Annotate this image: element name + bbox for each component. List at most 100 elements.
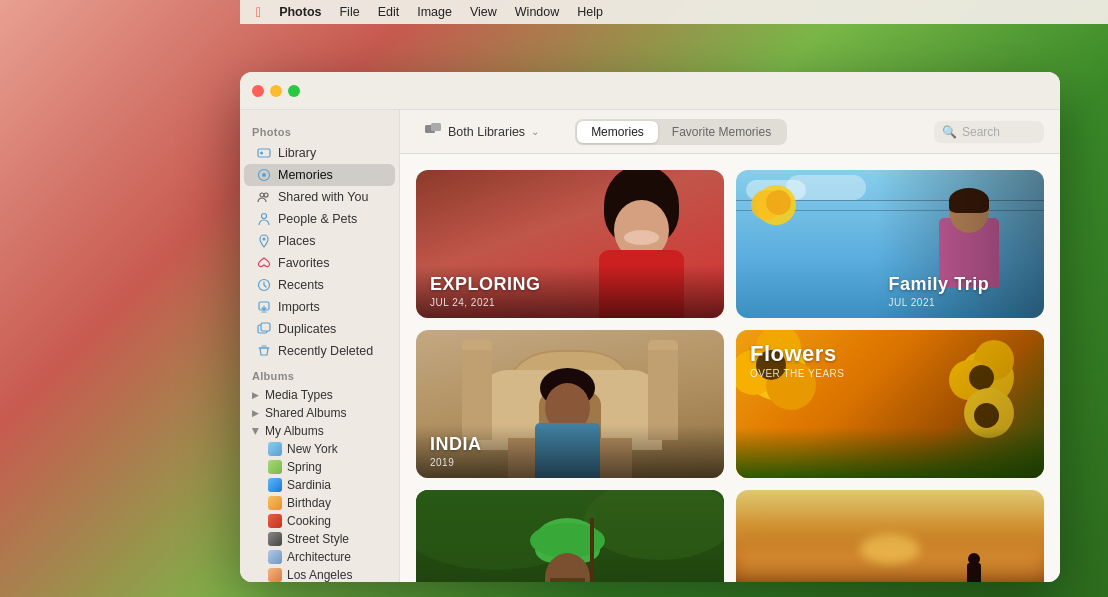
sidebar-album-birthday[interactable]: Birthday [244,494,395,512]
sidebar-album-new-york[interactable]: New York [244,440,395,458]
svg-point-6 [262,214,267,219]
memory-overlay-family-trip: Family Trip JUL 2021 [875,170,1044,318]
sidebar-label-imports: Imports [278,300,320,314]
window-titlebar [240,72,1060,110]
chevron-down-icon: ▶ [251,428,261,435]
memory-overlay-exploring: EXPLORING JUL 24, 2021 [416,265,724,318]
sidebar-label-cooking: Cooking [287,514,331,528]
sidebar-item-imports[interactable]: Imports [244,296,395,318]
sidebar-item-library[interactable]: Library [244,142,395,164]
sidebar-label-media-types: Media Types [265,388,333,402]
photos-window: Photos Library Memories [240,72,1060,582]
sidebar-item-places[interactable]: Places [244,230,395,252]
memory-card-flowers[interactable]: Flowers OVER THE YEARS [736,330,1044,478]
memory-card-india[interactable]: INDIA 2019 [416,330,724,478]
sidebar-label-my-albums: My Albums [265,424,324,438]
traffic-lights [252,85,300,97]
sidebar-album-spring[interactable]: Spring [244,458,395,476]
sidebar-label-duplicates: Duplicates [278,322,336,336]
recents-icon [256,277,272,293]
sidebar-group-my-albums[interactable]: ▶ My Albums [244,422,395,440]
maximize-button[interactable] [288,85,300,97]
photo-grid: EXPLORING JUL 24, 2021 [400,154,1060,582]
sidebar-label-los-angeles: Los Angeles [287,568,352,582]
recently-deleted-icon [256,343,272,359]
svg-point-1 [260,152,263,155]
sidebar-album-street-style[interactable]: Street Style [244,530,395,548]
sidebar: Photos Library Memories [240,110,400,582]
albums-section-header: Albums [240,362,399,386]
memory-card-beach-days[interactable]: BEACH DAYS 2019 [736,490,1044,582]
memory-title-flowers: Flowers [750,342,844,366]
toolbar: Both Libraries ⌄ Memories Favorite Memor… [400,110,1060,154]
search-icon: 🔍 [942,125,957,139]
album-thumb-birthday [268,496,282,510]
sidebar-label-sardinia: Sardinia [287,478,331,492]
memory-overlay-flowers: Flowers OVER THE YEARS [736,330,1044,478]
sidebar-label-recents: Recents [278,278,324,292]
tab-favorite-memories[interactable]: Favorite Memories [658,121,785,143]
tab-memories[interactable]: Memories [577,121,658,143]
library-chevron-icon: ⌄ [531,126,539,137]
sidebar-item-recents[interactable]: Recents [244,274,395,296]
main-layout: Photos Library Memories [240,110,1060,582]
svg-rect-0 [258,149,270,157]
favorites-icon [256,255,272,271]
chevron-right-icon: ▶ [252,390,259,400]
sidebar-label-spring: Spring [287,460,322,474]
sidebar-group-media-types[interactable]: ▶ Media Types [244,386,395,404]
memory-title-india: INDIA [430,435,710,455]
sidebar-item-people-pets[interactable]: People & Pets [244,208,395,230]
album-thumb-street-style [268,532,282,546]
imports-icon [256,299,272,315]
apple-menu-icon[interactable]:  [248,4,269,20]
menu-file[interactable]: File [331,3,367,21]
sidebar-item-memories[interactable]: Memories [244,164,395,186]
sidebar-label-shared-albums: Shared Albums [265,406,346,420]
sidebar-item-favorites[interactable]: Favorites [244,252,395,274]
sidebar-album-sardinia[interactable]: Sardinia [244,476,395,494]
library-icon [256,145,272,161]
places-icon [256,233,272,249]
sidebar-label-places: Places [278,234,316,248]
close-button[interactable] [252,85,264,97]
minimize-button[interactable] [270,85,282,97]
sidebar-album-cooking[interactable]: Cooking [244,512,395,530]
memory-card-family-trip[interactable]: Family Trip JUL 2021 [736,170,1044,318]
library-icon [424,123,442,140]
sidebar-group-shared-albums[interactable]: ▶ Shared Albums [244,404,395,422]
search-box[interactable]: 🔍 Search [934,121,1044,143]
sidebar-label-architecture: Architecture [287,550,351,564]
sidebar-label-library: Library [278,146,316,160]
duplicates-icon [256,321,272,337]
sidebar-item-shared-with-you[interactable]: Shared with You [244,186,395,208]
sidebar-item-recently-deleted[interactable]: Recently Deleted [244,340,395,362]
sidebar-label-birthday: Birthday [287,496,331,510]
menu-bar:  Photos File Edit Image View Window Hel… [240,0,1108,24]
menu-help[interactable]: Help [569,3,611,21]
menu-photos[interactable]: Photos [271,3,329,21]
memory-card-exploring[interactable]: EXPLORING JUL 24, 2021 [416,170,724,318]
sidebar-album-architecture[interactable]: Architecture [244,548,395,566]
sidebar-label-shared: Shared with You [278,190,368,204]
sidebar-label-street-style: Street Style [287,532,349,546]
menu-image[interactable]: Image [409,3,460,21]
memory-subtitle-india: 2019 [430,457,710,468]
sidebar-album-los-angeles[interactable]: Los Angeles [244,566,395,582]
tab-group: Memories Favorite Memories [575,119,787,145]
menu-view[interactable]: View [462,3,505,21]
memory-subtitle-flowers: OVER THE YEARS [750,368,844,379]
menu-window[interactable]: Window [507,3,567,21]
album-thumb-spring [268,460,282,474]
svg-point-4 [260,193,264,197]
memory-title-family-trip: Family Trip [889,275,1030,295]
memory-card-summer[interactable]: Summer 2017 [416,490,724,582]
svg-point-7 [263,238,266,241]
album-thumb-sardinia [268,478,282,492]
menu-edit[interactable]: Edit [370,3,408,21]
sidebar-label-memories: Memories [278,168,333,182]
svg-rect-13 [431,123,441,131]
library-selector-button[interactable]: Both Libraries ⌄ [416,119,547,144]
sidebar-label-people: People & Pets [278,212,357,226]
sidebar-item-duplicates[interactable]: Duplicates [244,318,395,340]
